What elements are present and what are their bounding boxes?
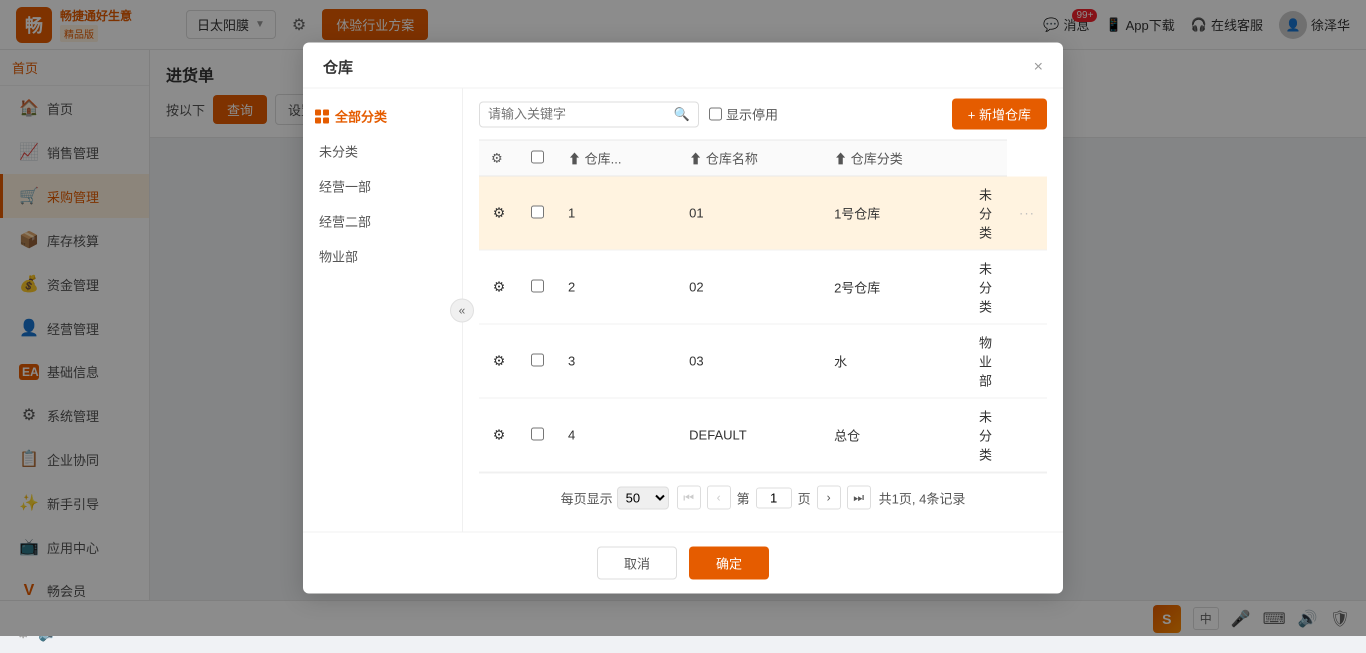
category-item-property[interactable]: 物业部 xyxy=(303,239,462,274)
pagination: 每页显示 50 100 200 ⏮ ‹ 第 页 › ⏭ 共1页, 4条记 xyxy=(479,473,1047,522)
modal-footer: 取消 确定 xyxy=(303,532,1063,594)
row-checkbox-3[interactable] xyxy=(531,353,544,366)
cancel-button[interactable]: 取消 xyxy=(597,547,677,580)
row-category-3: 物业部 xyxy=(967,324,1007,398)
warehouse-table: ⚙ ⬆ 仓库... ⬆ 仓库名称 xyxy=(479,140,1047,473)
table-row[interactable]: ⚙ 3 03 水 物业部 xyxy=(479,324,1047,398)
category-item-unclassified[interactable]: 未分类 xyxy=(303,134,462,169)
show-disabled-label: 显示停用 xyxy=(726,105,778,124)
page-label: 第 xyxy=(737,488,750,507)
last-page-button[interactable]: ⏭ xyxy=(847,486,871,510)
row-name-1: 1号仓库 xyxy=(822,176,967,250)
row-check-3 xyxy=(519,324,556,398)
page-unit: 页 xyxy=(798,488,811,507)
row-check-4 xyxy=(519,398,556,472)
next-page-button[interactable]: › xyxy=(817,486,841,510)
collapse-button[interactable]: « xyxy=(450,298,474,322)
row-checkbox-4[interactable] xyxy=(531,427,544,440)
row-gear-2: ⚙ xyxy=(479,250,519,324)
row-category-1: 未分类 xyxy=(967,176,1007,250)
category-item-operations1[interactable]: 经营一部 xyxy=(303,169,462,204)
page-nav: ⏮ ‹ 第 页 › ⏭ xyxy=(677,486,871,510)
all-categories-button[interactable]: 全部分类 xyxy=(303,99,462,134)
search-box: 🔍 xyxy=(479,101,699,127)
col-header-gear: ⚙ xyxy=(479,140,519,176)
row-code-4: DEFAULT xyxy=(677,398,822,472)
per-page-dropdown[interactable]: 50 100 200 xyxy=(617,486,669,509)
row-action-dots-1[interactable]: ··· xyxy=(1019,205,1035,220)
search-input[interactable] xyxy=(488,107,674,122)
row-category-2: 未分类 xyxy=(967,250,1007,324)
total-records: 共1页, 4条记录 xyxy=(879,488,966,507)
select-all-checkbox[interactable] xyxy=(531,150,544,163)
table-row[interactable]: ⚙ 1 01 1号仓库 未分类 ··· xyxy=(479,176,1047,250)
row-check-1 xyxy=(519,176,556,250)
row-num-2: 2 xyxy=(556,250,677,324)
row-gear-4: ⚙ xyxy=(479,398,519,472)
row-num-3: 3 xyxy=(556,324,677,398)
modal-body: 全部分类 未分类 经营一部 经营二部 物业部 « 🔍 显示停用 + 新增仓库 xyxy=(303,89,1063,532)
row-actions-4[interactable] xyxy=(1007,398,1047,472)
sort-category-icon[interactable]: ⬆ xyxy=(834,152,847,167)
row-actions-2[interactable] xyxy=(1007,250,1047,324)
new-warehouse-button[interactable]: + 新增仓库 xyxy=(952,99,1047,130)
row-actions-3[interactable] xyxy=(1007,324,1047,398)
row-gear-3: ⚙ xyxy=(479,324,519,398)
modal-header: 仓库 × xyxy=(303,43,1063,89)
row-name-2: 2号仓库 xyxy=(822,250,967,324)
confirm-button[interactable]: 确定 xyxy=(689,547,769,580)
prev-page-button[interactable]: ‹ xyxy=(707,486,731,510)
row-code-2: 02 xyxy=(677,250,822,324)
row-gear-1: ⚙ xyxy=(479,176,519,250)
row-category-4: 未分类 xyxy=(967,398,1007,472)
col-header-category: ⬆ 仓库分类 xyxy=(822,140,967,176)
col-header-name: ⬆ 仓库名称 xyxy=(677,140,822,176)
row-name-3: 水 xyxy=(822,324,967,398)
row-checkbox-2[interactable] xyxy=(531,279,544,292)
page-size-select: 每页显示 50 100 200 xyxy=(561,486,669,509)
row-code-3: 03 xyxy=(677,324,822,398)
modal-close-button[interactable]: × xyxy=(1034,58,1043,76)
per-page-label: 每页显示 xyxy=(561,488,613,507)
show-disabled-checkbox[interactable] xyxy=(709,108,722,121)
search-icon[interactable]: 🔍 xyxy=(674,106,690,122)
row-name-4: 总仓 xyxy=(822,398,967,472)
gear-header-icon[interactable]: ⚙ xyxy=(491,150,503,165)
sort-code-icon[interactable]: ⬆ xyxy=(568,152,581,167)
col-header-code: ⬆ 仓库... xyxy=(556,140,677,176)
first-page-button[interactable]: ⏮ xyxy=(677,486,701,510)
table-row[interactable]: ⚙ 2 02 2号仓库 未分类 xyxy=(479,250,1047,324)
all-categories-label: 全部分类 xyxy=(335,107,387,126)
table-toolbar: 🔍 显示停用 + 新增仓库 xyxy=(479,99,1047,130)
row-checkbox-1[interactable] xyxy=(531,205,544,218)
table-panel: 🔍 显示停用 + 新增仓库 ⚙ xyxy=(463,89,1063,532)
page-input[interactable] xyxy=(756,487,792,508)
modal-title: 仓库 xyxy=(323,57,353,78)
row-actions-1[interactable]: ··· xyxy=(1007,176,1047,250)
grid-icon xyxy=(315,109,329,123)
row-check-2 xyxy=(519,250,556,324)
row-code-1: 01 xyxy=(677,176,822,250)
col-header-check xyxy=(519,140,556,176)
show-disabled-wrapper: 显示停用 xyxy=(709,105,778,124)
warehouse-modal: 仓库 × 全部分类 未分类 经营一部 经营二部 物业部 « 🔍 xyxy=(303,43,1063,594)
row-num-4: 4 xyxy=(556,398,677,472)
sort-name-icon[interactable]: ⬆ xyxy=(689,152,702,167)
row-num-1: 1 xyxy=(556,176,677,250)
col-header-actions xyxy=(967,140,1007,176)
category-item-operations2[interactable]: 经营二部 xyxy=(303,204,462,239)
table-row[interactable]: ⚙ 4 DEFAULT 总仓 未分类 xyxy=(479,398,1047,472)
category-panel: 全部分类 未分类 经营一部 经营二部 物业部 « xyxy=(303,89,463,532)
